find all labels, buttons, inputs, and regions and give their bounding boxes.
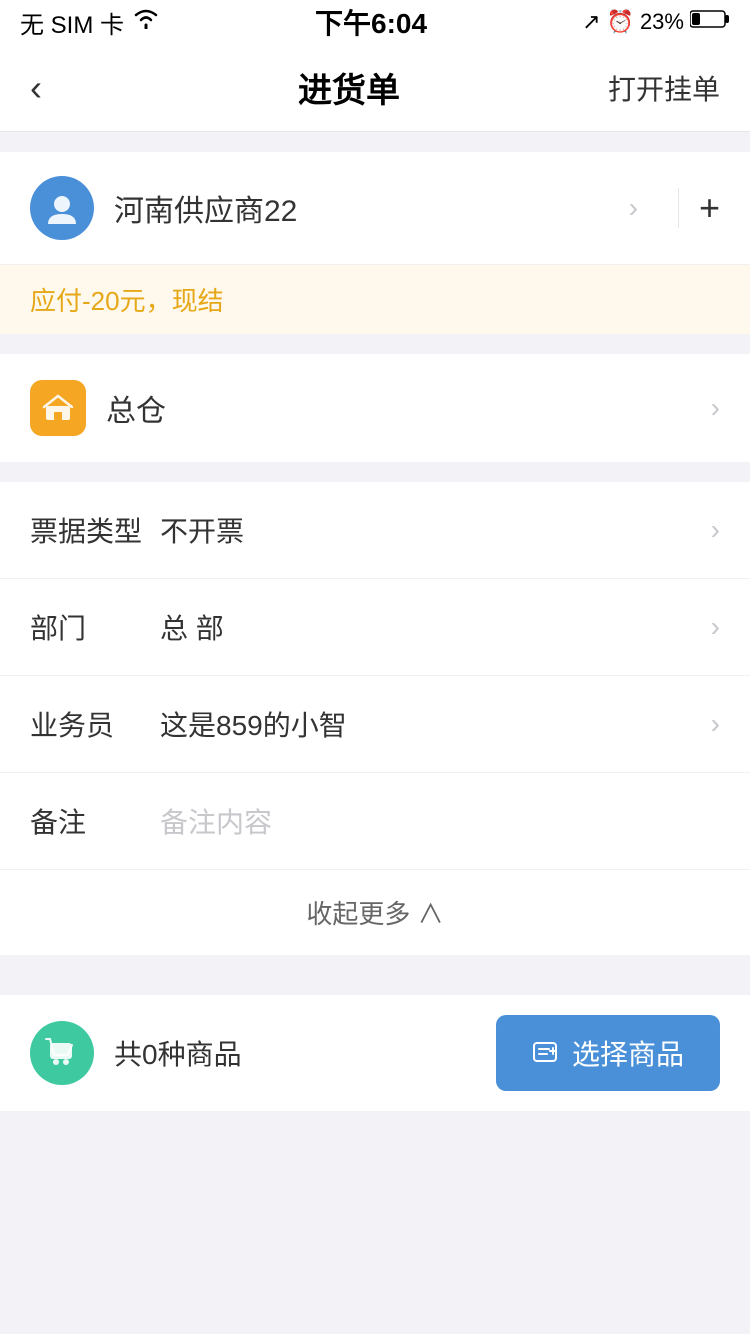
add-button[interactable]: +: [699, 187, 720, 229]
remark-row[interactable]: 备注 备注内容: [0, 773, 750, 869]
salesperson-value: 这是859的小智: [160, 704, 711, 744]
invoice-chevron-icon: ›: [711, 514, 720, 546]
supplier-row[interactable]: 河南供应商22 › +: [0, 152, 750, 265]
battery-icon: [690, 9, 730, 35]
warehouse-chevron-icon: ›: [711, 392, 720, 424]
section-gap-2: [0, 334, 750, 354]
back-button[interactable]: ‹: [30, 67, 90, 109]
page-title: 进货单: [298, 63, 400, 112]
dept-value: 总 部: [160, 607, 711, 647]
warehouse-icon-wrap: [30, 380, 86, 436]
invoice-label: 票据类型: [30, 510, 160, 550]
notice-text: 应付-20元，现结: [30, 286, 224, 316]
supplier-section: 河南供应商22 › + 应付-20元，现结: [0, 152, 750, 334]
salesperson-chevron-icon: ›: [711, 708, 720, 740]
collapse-button[interactable]: 收起更多 ∧: [0, 869, 750, 955]
warehouse-section: 总仓 ›: [0, 354, 750, 462]
location-icon: ↗: [582, 9, 600, 35]
status-bar: 无 SIM 卡 下午6:04 ↗ ⏰ 23%: [0, 0, 750, 44]
section-gap-4: [0, 955, 750, 975]
status-left: 无 SIM 卡: [20, 5, 160, 40]
battery-text: 23%: [640, 9, 684, 35]
remark-label: 备注: [30, 801, 160, 841]
invoice-row[interactable]: 票据类型 不开票 ›: [0, 482, 750, 579]
dept-label: 部门: [30, 607, 160, 647]
nav-bar: ‹ 进货单 打开挂单: [0, 44, 750, 132]
product-cart-icon-wrap: [30, 1021, 94, 1085]
dept-row[interactable]: 部门 总 部 ›: [0, 579, 750, 676]
warehouse-row[interactable]: 总仓 ›: [0, 354, 750, 462]
divider: [678, 188, 679, 228]
status-time: 下午6:04: [315, 2, 427, 42]
open-pending-button[interactable]: 打开挂单: [608, 68, 720, 108]
wifi-icon: [132, 8, 160, 36]
invoice-value: 不开票: [160, 510, 711, 550]
remark-input[interactable]: 备注内容: [160, 801, 720, 841]
dept-chevron-icon: ›: [711, 611, 720, 643]
supplier-chevron-icon: ›: [629, 192, 638, 224]
supplier-name: 河南供应商22: [114, 186, 629, 230]
salesperson-label: 业务员: [30, 704, 160, 744]
section-gap-1: [0, 132, 750, 152]
product-count-text: 共0种商品: [114, 1033, 496, 1073]
notice-row: 应付-20元，现结: [0, 265, 750, 334]
salesperson-row[interactable]: 业务员 这是859的小智 ›: [0, 676, 750, 773]
section-gap-3: [0, 462, 750, 482]
carrier-text: 无 SIM 卡: [20, 5, 124, 40]
form-section: 票据类型 不开票 › 部门 总 部 › 业务员 这是859的小智 › 备注 备注…: [0, 482, 750, 869]
supplier-avatar: [30, 176, 94, 240]
alarm-icon: ⏰: [607, 9, 634, 35]
select-product-label: 选择商品: [572, 1033, 684, 1073]
bottom-bar: 共0种商品 选择商品: [0, 995, 750, 1111]
warehouse-label: 总仓: [106, 386, 711, 430]
status-right: ↗ ⏰ 23%: [582, 9, 730, 35]
select-product-button[interactable]: 选择商品: [496, 1015, 720, 1091]
